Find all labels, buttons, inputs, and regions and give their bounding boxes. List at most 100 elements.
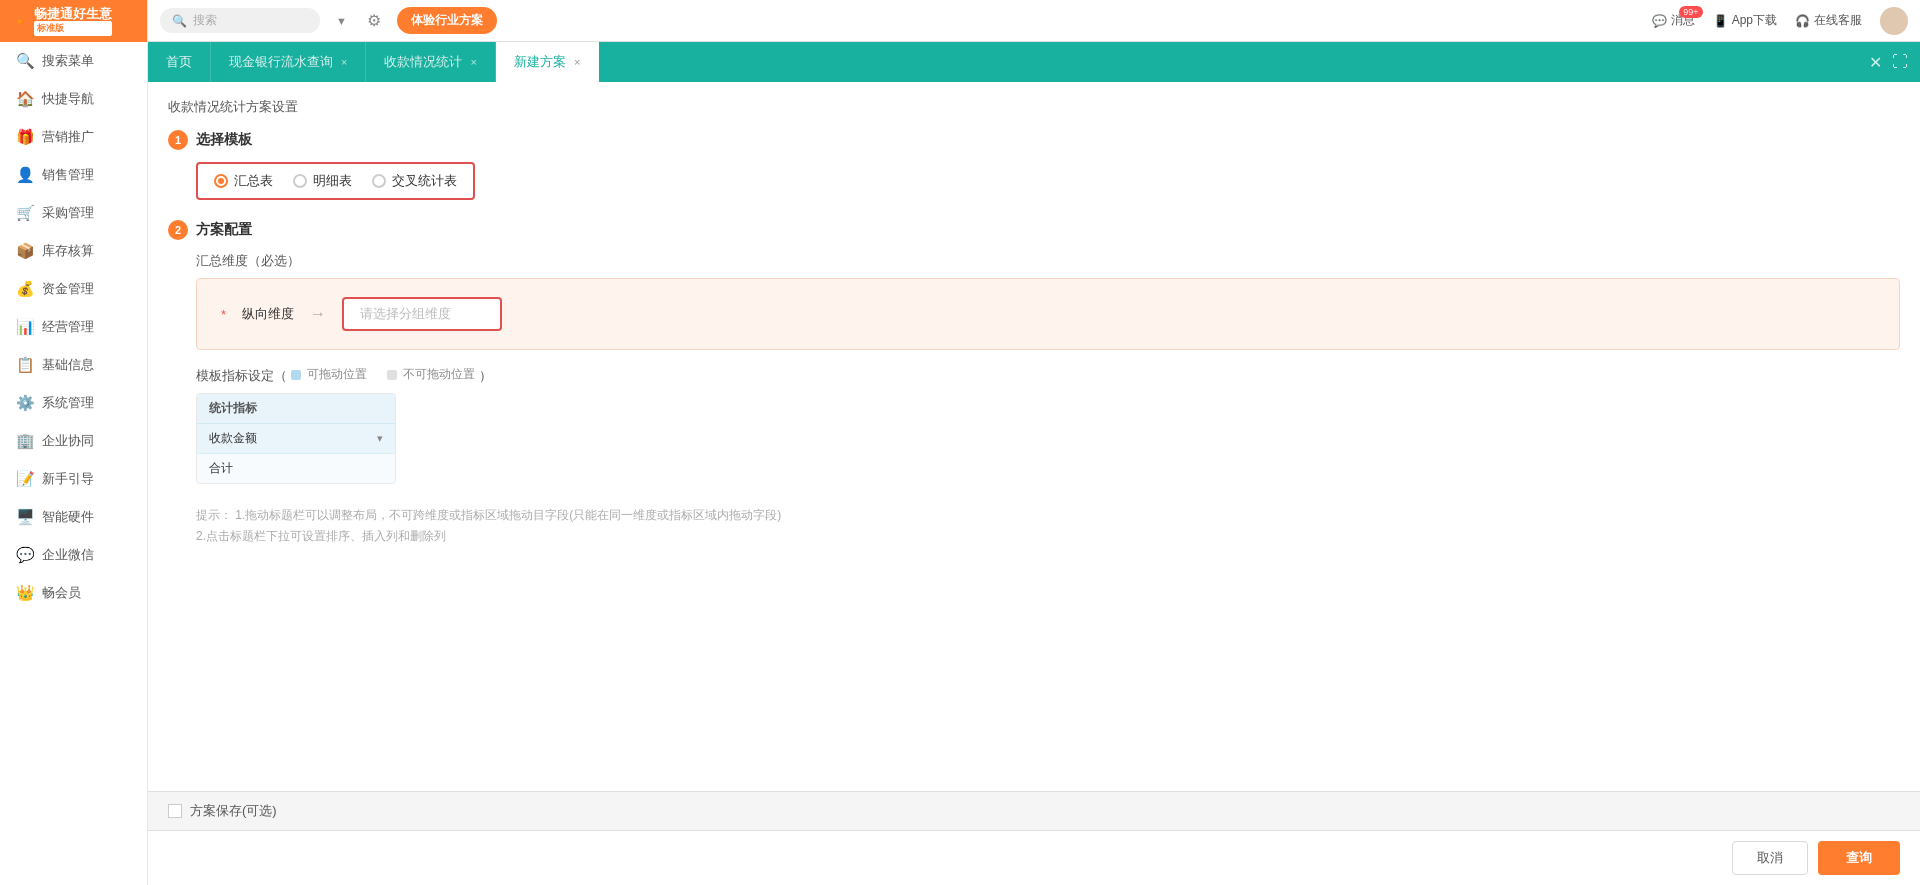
- search-box[interactable]: 🔍 搜索: [160, 8, 320, 33]
- sidebar-item-finance[interactable]: 💰 资金管理: [0, 270, 147, 308]
- sidebar-item-label: 企业协同: [42, 432, 94, 450]
- dimension-row-label: 纵向维度: [242, 305, 294, 323]
- search-menu-icon: 🔍: [16, 52, 34, 70]
- sidebar-item-label: 企业微信: [42, 546, 94, 564]
- legend-draggable: 可拖动位置: [291, 366, 367, 383]
- gear-icon[interactable]: ⚙: [367, 11, 381, 30]
- sidebar-item-guide[interactable]: 📝 新手引导: [0, 460, 147, 498]
- service-item[interactable]: 🎧 在线客服: [1795, 12, 1862, 29]
- radio-crosstab-label: 交叉统计表: [392, 172, 457, 190]
- sidebar-item-base-info[interactable]: 📋 基础信息: [0, 346, 147, 384]
- tab-expand-icon[interactable]: ⛶: [1892, 53, 1908, 71]
- sidebar-item-quick-nav[interactable]: 🏠 快捷导航: [0, 80, 147, 118]
- sidebar-item-label: 营销推广: [42, 128, 94, 146]
- indicator-sum-cell: 合计: [197, 454, 395, 483]
- sidebar-item-marketing[interactable]: 🎁 营销推广: [0, 118, 147, 156]
- save-scheme-checkbox[interactable]: [168, 804, 182, 818]
- radio-summary[interactable]: 汇总表: [214, 172, 273, 190]
- sidebar-item-label: 搜索菜单: [42, 52, 94, 70]
- tab-new-scheme-close[interactable]: ×: [574, 56, 580, 68]
- dropdown-arrow[interactable]: ▼: [336, 15, 347, 27]
- step2-content: 汇总维度（必选） * 纵向维度 → 请选择分组维度: [168, 252, 1900, 545]
- legend-non-draggable-label: 不可拖动位置: [403, 366, 475, 383]
- chevron-down-icon: ▾: [377, 432, 383, 445]
- sidebar-item-purchase[interactable]: 🛒 采购管理: [0, 194, 147, 232]
- radio-detail-dot: [293, 174, 307, 188]
- guide-icon: 📝: [16, 470, 34, 488]
- sidebar-item-label: 智能硬件: [42, 508, 94, 526]
- dimension-arrow: →: [310, 305, 326, 323]
- notification-item[interactable]: 💬 消息 99+: [1652, 12, 1695, 29]
- sidebar-item-label: 系统管理: [42, 394, 94, 412]
- query-button[interactable]: 查询: [1818, 841, 1900, 875]
- content-area: 收款情况统计方案设置 1 选择模板 汇总表 明细表: [148, 82, 1920, 885]
- tab-collection-stats-label: 收款情况统计: [384, 53, 462, 71]
- indicator-cell-collection[interactable]: 收款金额 ▾: [197, 424, 395, 454]
- indicators-table-header: 统计指标: [197, 394, 395, 424]
- sidebar-item-label: 畅会员: [42, 584, 81, 602]
- message-icon: 💬: [1652, 14, 1667, 28]
- download-label: App下载: [1732, 12, 1777, 29]
- sidebar-item-wechat[interactable]: 💬 企业微信: [0, 536, 147, 574]
- radio-summary-label: 汇总表: [234, 172, 273, 190]
- sidebar-item-operations[interactable]: 📊 经营管理: [0, 308, 147, 346]
- sidebar-item-sales[interactable]: 👤 销售管理: [0, 156, 147, 194]
- dimension-select[interactable]: 请选择分组维度: [342, 297, 502, 331]
- user-avatar[interactable]: [1880, 7, 1908, 35]
- radio-crosstab-dot: [372, 174, 386, 188]
- radio-crosstab[interactable]: 交叉统计表: [372, 172, 457, 190]
- chat-icon: 💬: [16, 546, 34, 564]
- sidebar-item-hardware[interactable]: 🖥️ 智能硬件: [0, 498, 147, 536]
- tab-new-scheme[interactable]: 新建方案 ×: [496, 42, 599, 82]
- indicator-name: 收款金额: [209, 430, 257, 447]
- step2-label: 方案配置: [196, 221, 252, 239]
- indicators-section: 模板指标设定（ 可拖动位置 不可拖动位置 ）: [196, 366, 1900, 487]
- step2-section: 2 方案配置: [168, 220, 1900, 240]
- notification-badge: 99+: [1679, 6, 1702, 18]
- radio-detail[interactable]: 明细表: [293, 172, 352, 190]
- dimension-area: * 纵向维度 → 请选择分组维度: [196, 278, 1900, 350]
- tab-collection-stats-close[interactable]: ×: [470, 56, 476, 68]
- trial-button[interactable]: 体验行业方案: [397, 7, 497, 34]
- cancel-button[interactable]: 取消: [1732, 841, 1808, 875]
- indicators-header: 模板指标设定（ 可拖动位置 不可拖动位置 ）: [196, 366, 1900, 385]
- sidebar-item-label: 基础信息: [42, 356, 94, 374]
- tab-home[interactable]: 首页: [148, 42, 211, 82]
- sidebar-item-system[interactable]: ⚙️ 系统管理: [0, 384, 147, 422]
- sidebar-item-label: 经营管理: [42, 318, 94, 336]
- service-icon: 🎧: [1795, 14, 1810, 28]
- dimension-title: 汇总维度（必选）: [196, 252, 1900, 270]
- tab-bank-flow-close[interactable]: ×: [341, 56, 347, 68]
- step1-label: 选择模板: [196, 131, 252, 149]
- indicators-table: 统计指标 收款金额 ▾ 合计: [196, 393, 396, 484]
- tabbar-actions: ✕ ⛶: [1869, 53, 1920, 72]
- tabbar: 首页 现金银行流水查询 × 收款情况统计 × 新建方案 × ✕ ⛶: [148, 42, 1920, 82]
- sidebar-item-label: 库存核算: [42, 242, 94, 260]
- money-icon: 💰: [16, 280, 34, 298]
- tab-close-all-icon[interactable]: ✕: [1869, 53, 1882, 72]
- tip-line-1: 提示： 1.拖动标题栏可以调整布局，不可跨维度或指标区域拖动目字段(只能在同一维…: [196, 507, 1900, 524]
- step1-circle: 1: [168, 130, 188, 150]
- sidebar-item-inventory[interactable]: 📦 库存核算: [0, 232, 147, 270]
- tab-home-label: 首页: [166, 53, 192, 71]
- sidebar-item-label: 采购管理: [42, 204, 94, 222]
- search-icon: 🔍: [172, 14, 187, 28]
- search-placeholder: 搜索: [193, 12, 217, 29]
- footer: 方案保存(可选): [148, 791, 1920, 830]
- dimension-row: * 纵向维度 → 请选择分组维度: [221, 297, 1875, 331]
- tab-collection-stats[interactable]: 收款情况统计 ×: [366, 42, 495, 82]
- radio-summary-dot: [214, 174, 228, 188]
- home-icon: 🏠: [16, 90, 34, 108]
- brand-badge: 标准版: [34, 21, 112, 36]
- radio-detail-label: 明细表: [313, 172, 352, 190]
- tab-bank-flow[interactable]: 现金银行流水查询 ×: [211, 42, 366, 82]
- main-area: 🔍 搜索 ▼ ⚙ 体验行业方案 💬 消息 99+ 📱 App下载 🎧 在线客服: [148, 0, 1920, 885]
- sidebar-item-member[interactable]: 👑 畅会员: [0, 574, 147, 612]
- brand-name: 畅捷通好生意: [34, 6, 112, 22]
- building-icon: 🏢: [16, 432, 34, 450]
- sidebar-item-search-menu[interactable]: 🔍 搜索菜单: [0, 42, 147, 80]
- topbar-right: 💬 消息 99+ 📱 App下载 🎧 在线客服: [1652, 7, 1908, 35]
- save-scheme-label: 方案保存(可选): [190, 802, 277, 820]
- download-item[interactable]: 📱 App下载: [1713, 12, 1777, 29]
- sidebar-item-enterprise[interactable]: 🏢 企业协同: [0, 422, 147, 460]
